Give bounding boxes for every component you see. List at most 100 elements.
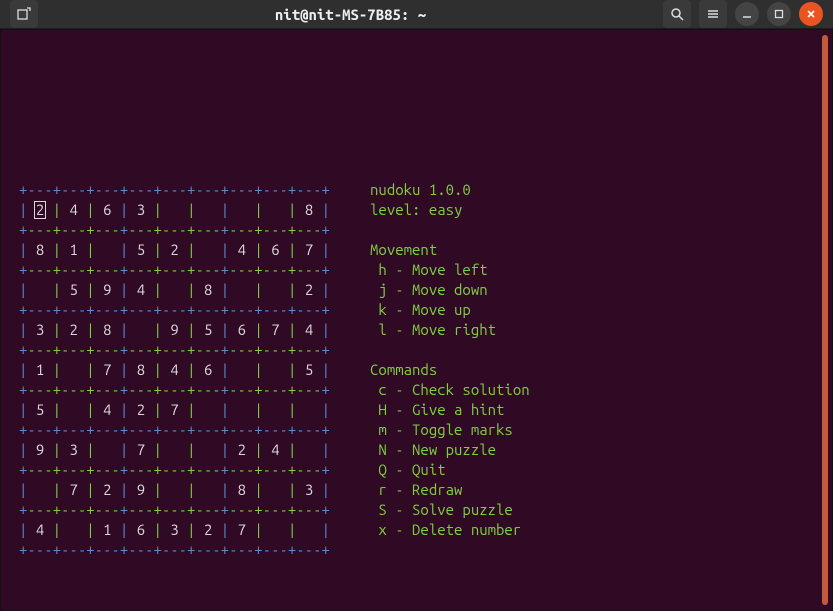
grid-cell[interactable]: 7 — [137, 441, 145, 458]
grid-cell[interactable]: 1 — [36, 361, 44, 378]
grid-cell[interactable]: 5 — [36, 401, 44, 418]
grid-cell[interactable] — [204, 481, 212, 498]
grid-cell[interactable] — [170, 281, 178, 298]
grid-cell[interactable]: 2 — [170, 241, 178, 258]
hamburger-menu-button[interactable] — [699, 0, 727, 28]
grid-cell[interactable] — [204, 201, 212, 218]
grid-cell[interactable]: 2 — [69, 321, 77, 338]
grid-cell[interactable]: 6 — [103, 201, 111, 218]
grid-cell[interactable]: 8 — [305, 201, 313, 218]
grid-cell[interactable] — [271, 361, 279, 378]
grid-cell[interactable]: 8 — [137, 361, 145, 378]
grid-cell[interactable] — [204, 241, 212, 258]
grid-cell[interactable]: 4 — [137, 281, 145, 298]
grid-cell[interactable]: 6 — [271, 241, 279, 258]
grid-cell[interactable]: 7 — [305, 241, 313, 258]
grid-cell[interactable]: 2 — [305, 281, 313, 298]
grid-cell[interactable] — [170, 201, 178, 218]
close-button[interactable] — [799, 2, 823, 26]
grid-cell[interactable] — [271, 201, 279, 218]
help-line: N - New puzzle — [370, 440, 530, 460]
search-button[interactable] — [663, 0, 691, 28]
grid-cell[interactable] — [238, 281, 246, 298]
grid-cell[interactable]: 4 — [305, 321, 313, 338]
grid-cell[interactable] — [103, 441, 111, 458]
grid-cell[interactable]: 4 — [170, 361, 178, 378]
grid-cell[interactable]: 8 — [103, 321, 111, 338]
help-line: k - Move up — [370, 300, 530, 320]
grid-cell[interactable]: 2 — [204, 521, 212, 538]
grid-cell[interactable]: 3 — [305, 481, 313, 498]
grid-cell[interactable] — [170, 481, 178, 498]
grid-cell[interactable]: 4 — [69, 201, 77, 218]
grid-cell[interactable] — [204, 441, 212, 458]
grid-separator: +---+---+---+---+---+---+---+---+---+ — [19, 300, 330, 320]
grid-cell[interactable] — [69, 521, 77, 538]
terminal-body[interactable]: +---+---+---+---+---+---+---+---+---+| 2… — [0, 29, 833, 611]
grid-cell[interactable]: 6 — [137, 521, 145, 538]
sudoku-grid[interactable]: +---+---+---+---+---+---+---+---+---+| 2… — [19, 180, 330, 560]
grid-cell[interactable]: 4 — [103, 401, 111, 418]
grid-cell[interactable]: 6 — [204, 361, 212, 378]
grid-cell[interactable] — [103, 241, 111, 258]
grid-separator: +---+---+---+---+---+---+---+---+---+ — [19, 500, 330, 520]
grid-cell[interactable] — [69, 401, 77, 418]
grid-cell[interactable]: 9 — [103, 281, 111, 298]
grid-cell[interactable]: 2 — [137, 401, 145, 418]
grid-cell[interactable]: 7 — [170, 401, 178, 418]
grid-cell[interactable] — [204, 401, 212, 418]
grid-cell[interactable]: 7 — [103, 361, 111, 378]
grid-cell[interactable]: 7 — [69, 481, 77, 498]
grid-cell[interactable]: 4 — [271, 441, 279, 458]
grid-cell[interactable]: 8 — [238, 481, 246, 498]
grid-cell[interactable] — [238, 201, 246, 218]
grid-cell[interactable]: 5 — [204, 321, 212, 338]
window-title: nit@nit-MS-7B85: ~ — [46, 6, 655, 23]
grid-cell[interactable]: 5 — [137, 241, 145, 258]
grid-cell[interactable]: 9 — [170, 321, 178, 338]
grid-cell[interactable] — [238, 401, 246, 418]
grid-cell[interactable]: 5 — [305, 361, 313, 378]
grid-cell[interactable] — [271, 401, 279, 418]
help-line: c - Check solution — [370, 380, 530, 400]
grid-cell[interactable]: 7 — [238, 521, 246, 538]
new-tab-icon — [17, 7, 31, 21]
grid-cell[interactable]: 2 — [238, 441, 246, 458]
grid-cell[interactable] — [36, 281, 44, 298]
grid-cell[interactable]: 6 — [238, 321, 246, 338]
grid-cell[interactable]: 3 — [69, 441, 77, 458]
grid-cell[interactable]: 3 — [36, 321, 44, 338]
grid-cell[interactable]: 5 — [69, 281, 77, 298]
grid-cell[interactable]: 4 — [36, 521, 44, 538]
grid-cell[interactable] — [271, 281, 279, 298]
grid-cell[interactable] — [271, 521, 279, 538]
grid-cell[interactable]: 3 — [137, 201, 145, 218]
grid-cell[interactable] — [69, 361, 77, 378]
grid-separator: +---+---+---+---+---+---+---+---+---+ — [19, 260, 330, 280]
grid-cell[interactable]: 7 — [271, 321, 279, 338]
grid-cell[interactable] — [36, 481, 44, 498]
grid-cell[interactable]: 9 — [137, 481, 145, 498]
grid-cell[interactable]: 8 — [36, 241, 44, 258]
grid-row: | 1 | | 7 | 8 | 4 | 6 | | | 5 | — [19, 360, 330, 380]
grid-cell[interactable]: 3 — [170, 521, 178, 538]
minimize-button[interactable] — [735, 2, 759, 26]
grid-cell[interactable] — [137, 321, 145, 338]
help-line: l - Move right — [370, 320, 530, 340]
grid-cell[interactable] — [238, 361, 246, 378]
grid-cell[interactable] — [170, 441, 178, 458]
grid-cell[interactable]: 2 — [103, 481, 111, 498]
help-panel: nudoku 1.0.0level: easy Movement h - Mov… — [370, 180, 530, 560]
grid-cell[interactable]: 1 — [69, 241, 77, 258]
grid-cell[interactable]: 8 — [204, 281, 212, 298]
cursor-cell[interactable]: 2 — [34, 201, 46, 219]
grid-cell[interactable] — [271, 481, 279, 498]
new-tab-button[interactable] — [10, 0, 38, 28]
grid-cell[interactable]: 4 — [238, 241, 246, 258]
grid-cell[interactable]: 9 — [36, 441, 44, 458]
grid-cell[interactable] — [305, 441, 313, 458]
grid-cell[interactable] — [305, 521, 313, 538]
grid-cell[interactable] — [305, 401, 313, 418]
maximize-button[interactable] — [767, 2, 791, 26]
grid-cell[interactable]: 1 — [103, 521, 111, 538]
